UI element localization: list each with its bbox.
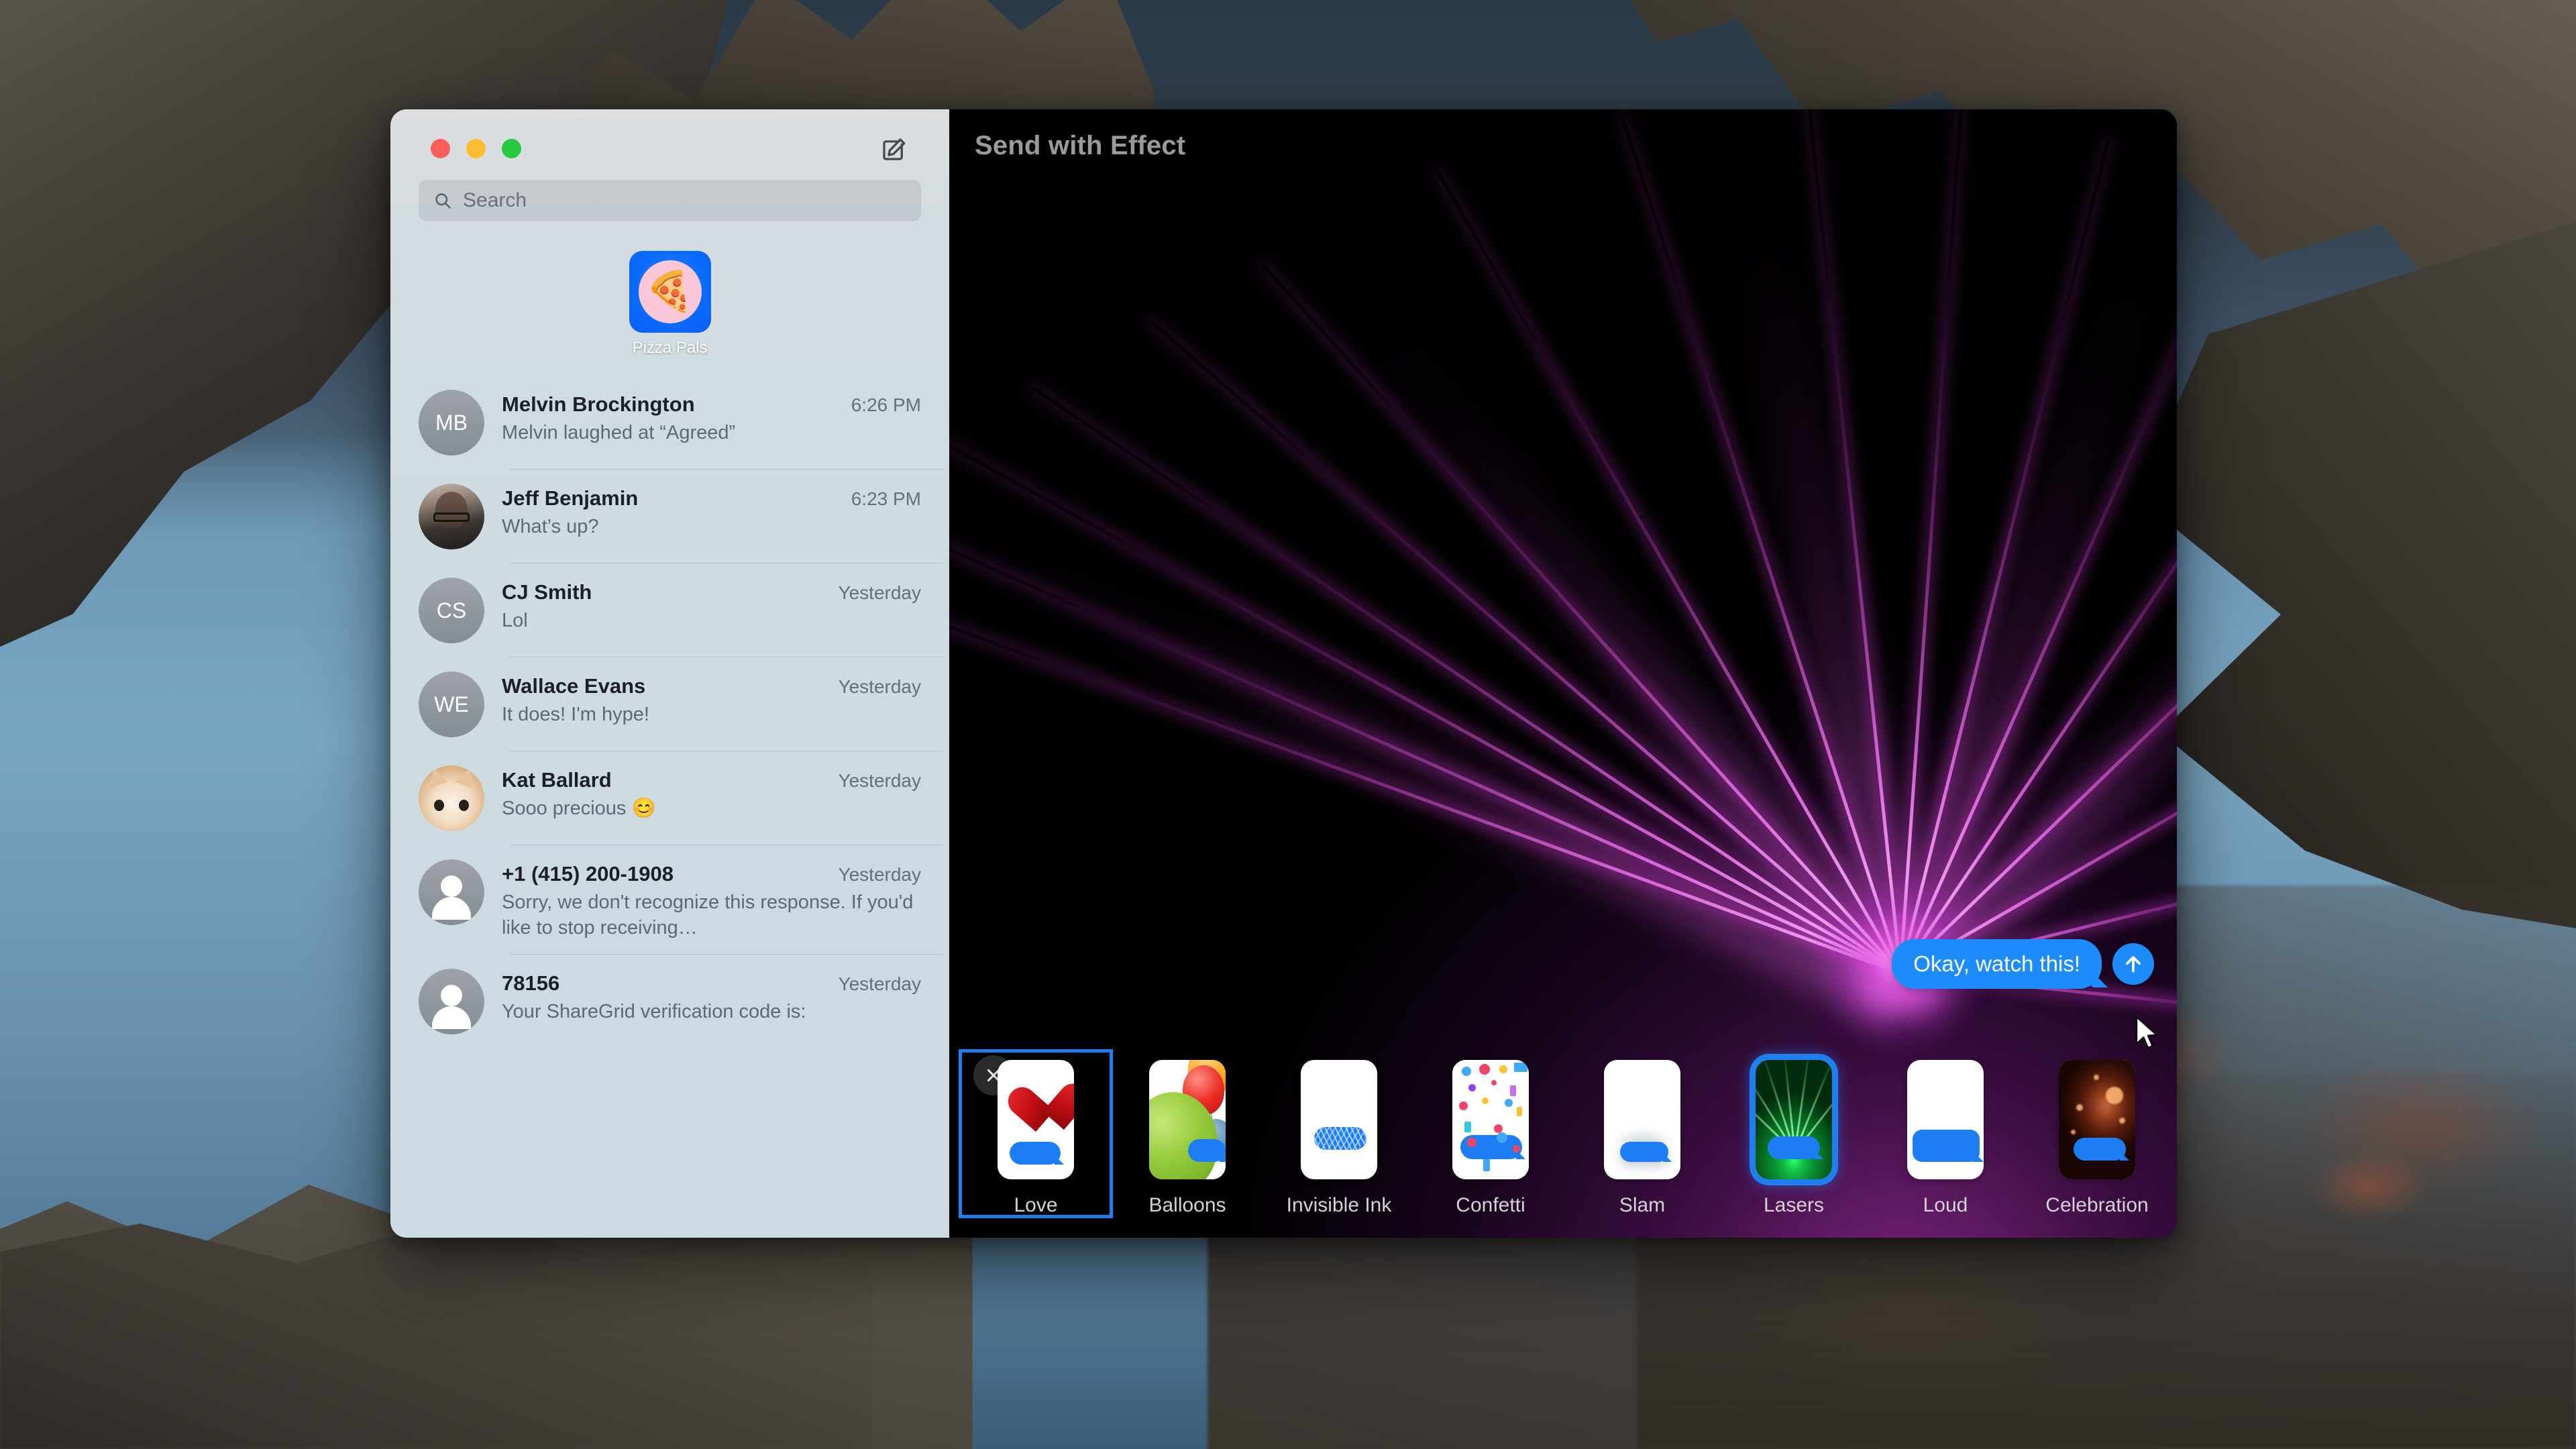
slam-dust [1611,1126,1674,1143]
search-container: Search [390,180,949,221]
lasers-thumbnail [1756,1060,1832,1179]
conversation-preview: Your ShareGrid verification code is: [502,1001,806,1023]
effect-label: Confetti [1456,1194,1525,1216]
message-preview-row: Okay, watch this! [1892,939,2154,989]
conversation-name: Wallace Evans [502,674,646,698]
list-item[interactable]: Kat Ballard Yesterday Sooo precious 😊 [390,751,949,845]
pinned-conversation-label: Pizza Pals [632,339,708,357]
avatar [419,859,484,925]
conversation-name: CJ Smith [502,580,592,604]
conversation-name: Kat Ballard [502,768,612,792]
pinned-avatar-tile: 🍕 [629,251,711,333]
arrow-up-icon [2125,956,2141,973]
list-item[interactable]: +1 (415) 200-1908 Yesterday Sorry, we do… [390,845,949,954]
effect-label: Balloons [1148,1194,1226,1216]
effect-option-slam[interactable]: Slam [1566,1051,1718,1217]
conversation-preview: Melvin laughed at “Agreed” [502,422,736,443]
close-window-button[interactable] [431,139,450,158]
conversation-name: Jeff Benjamin [502,486,639,510]
send-with-effect-overlay: Send with Effect Okay, watch this! Love … [949,109,2177,1238]
conversation-name: +1 (415) 200-1908 [502,862,674,885]
conversation-list: MB Melvin Brockington 6:26 PM Melvin lau… [390,375,949,1048]
conversation-time: Yesterday [838,973,922,995]
messages-window: Search 🍕 Pizza Pals MB Melvin Brockingto… [390,109,2177,1238]
traffic-light-buttons [431,139,521,158]
conversation-name: 78156 [502,971,560,996]
avatar: MB [419,390,484,455]
avatar: CS [419,578,484,643]
conversation-time: Yesterday [838,770,922,791]
effect-label: Love [1014,1194,1058,1216]
window-titlebar[interactable] [390,109,949,180]
bubble-shape [1010,1142,1061,1165]
conversation-time: 6:23 PM [851,488,921,509]
list-item[interactable]: Jeff Benjamin 6:23 PM What’s up? [390,469,949,563]
avatar [419,765,484,831]
page-title: Send with Effect [975,131,1186,160]
balloons-thumbnail [1149,1060,1226,1179]
loud-thumbnail [1907,1060,1984,1179]
effect-option-loud[interactable]: Loud [1870,1051,2021,1217]
effect-option-invisible-ink[interactable]: Invisible Ink [1263,1051,1415,1217]
message-bubble: Okay, watch this! [1892,939,2102,989]
invisible-ink-thumbnail [1301,1060,1377,1179]
conversation-time: Yesterday [838,676,922,697]
maximize-window-button[interactable] [502,139,521,158]
heart-icon [1008,1086,1065,1139]
conversation-preview: Sooo precious 😊 [502,798,656,819]
love-thumbnail [998,1060,1074,1179]
avatar [419,484,484,549]
conversation-time: 6:26 PM [851,394,921,415]
effect-label: Loud [1923,1194,1968,1216]
pinned-conversations: 🍕 Pizza Pals [390,221,949,375]
conversation-preview: What’s up? [502,516,599,537]
bubble-shape [1620,1142,1668,1162]
ink-scribble [1314,1127,1366,1150]
effect-option-balloons[interactable]: Balloons [1112,1051,1263,1217]
effect-label: Lasers [1763,1194,1825,1216]
effect-option-love[interactable]: Love [959,1049,1113,1218]
conversation-name: Melvin Brockington [502,392,695,416]
effect-label: Invisible Ink [1286,1194,1392,1216]
bubble-shape [1314,1127,1366,1150]
search-icon [435,193,451,209]
conversations-sidebar: Search 🍕 Pizza Pals MB Melvin Brockingto… [390,109,949,1238]
search-placeholder: Search [463,189,527,211]
pizza-icon: 🍕 [638,260,702,323]
celebration-thumbnail [2059,1060,2135,1179]
conversation-preview: It does! I'm hype! [502,704,649,725]
list-item[interactable]: WE Wallace Evans Yesterday It does! I'm … [390,657,949,751]
conversation-preview: Lol [502,610,528,631]
minimize-window-button[interactable] [466,139,486,158]
avatar [419,969,484,1035]
effect-label: Slam [1619,1194,1666,1216]
effect-option-celebration[interactable]: Celebration [2021,1051,2173,1217]
search-input[interactable]: Search [419,180,921,221]
send-button[interactable] [2112,943,2154,985]
avatar: WE [419,672,484,737]
confetti-thumbnail [1452,1060,1529,1179]
list-item[interactable]: 78156 Yesterday Your ShareGrid verificat… [390,954,949,1048]
conversation-time: Yesterday [838,582,922,603]
effect-label: Celebration [2045,1194,2149,1216]
effect-option-confetti[interactable]: Confetti [1415,1051,1566,1217]
list-item[interactable]: CS CJ Smith Yesterday Lol [390,563,949,657]
conversation-time: Yesterday [838,864,922,885]
effects-picker: Love Balloons Invisible Ink Confetti Sla… [949,1040,2177,1238]
pinned-conversation-pizza-pals[interactable]: 🍕 Pizza Pals [629,251,711,358]
compose-icon[interactable] [878,135,909,166]
slam-thumbnail [1604,1060,1680,1179]
bubble-shape [1913,1130,1980,1162]
conversation-preview: Sorry, we don't recognize this response.… [502,892,914,938]
effect-option-lasers[interactable]: Lasers [1718,1051,1870,1217]
list-item[interactable]: MB Melvin Brockington 6:26 PM Melvin lau… [390,375,949,469]
